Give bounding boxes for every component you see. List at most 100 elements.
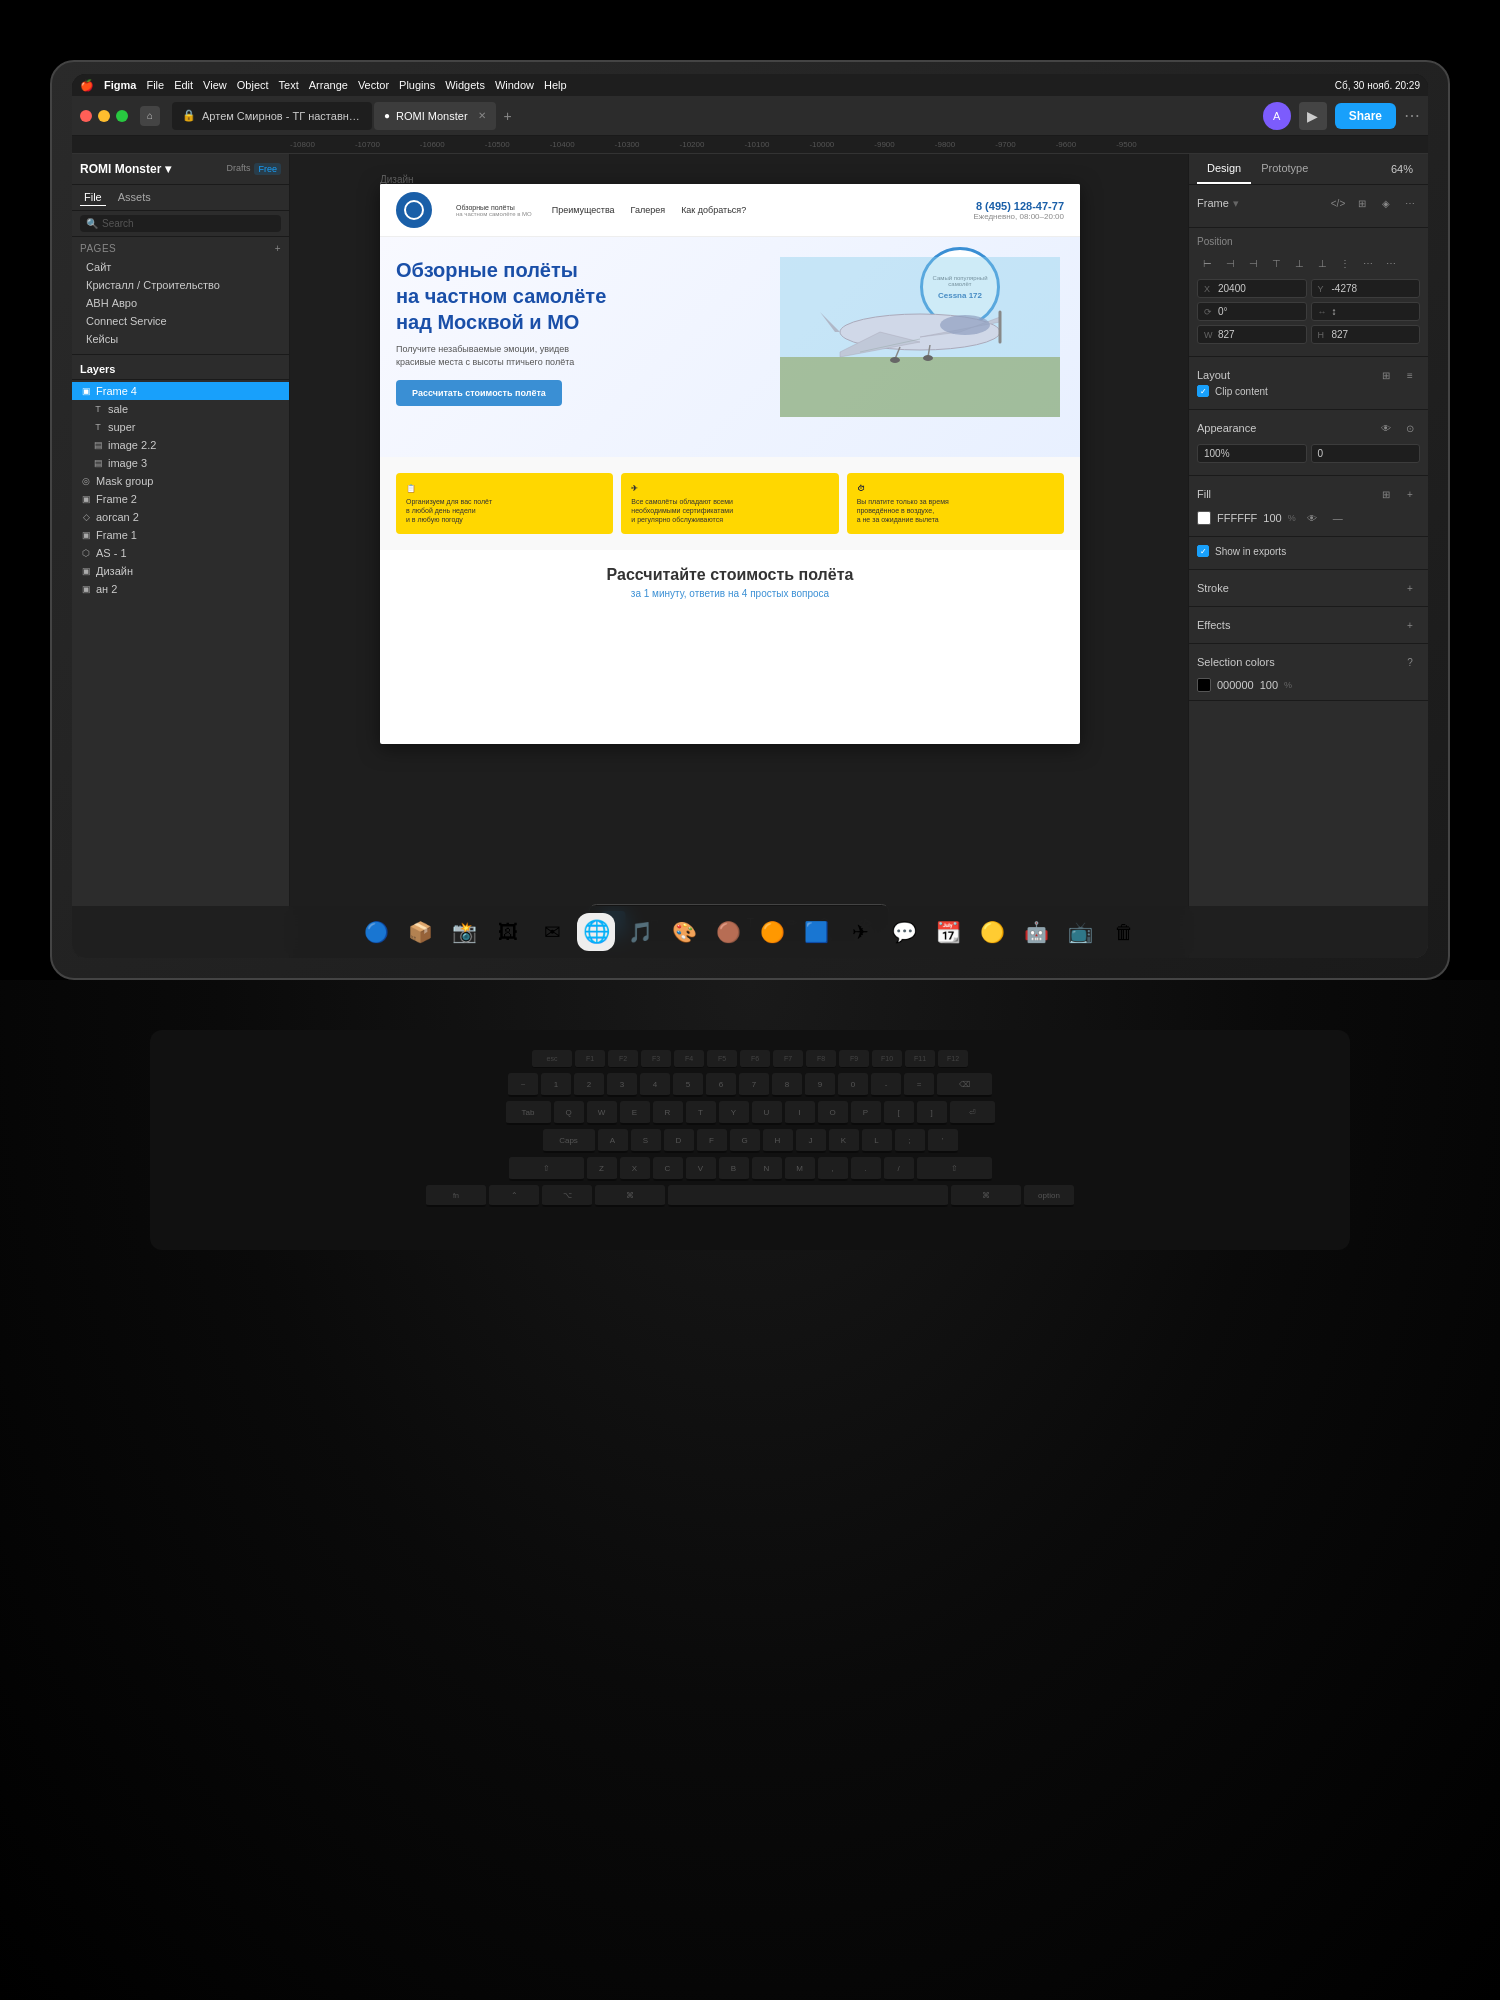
- object-menu[interactable]: Object: [237, 79, 269, 91]
- dock-figma[interactable]: 🎨: [665, 913, 703, 951]
- layer-an2[interactable]: ▣ ан 2: [72, 580, 289, 598]
- key-f[interactable]: F: [697, 1129, 727, 1153]
- h-input[interactable]: H 827: [1311, 325, 1421, 344]
- key-4[interactable]: 4: [640, 1073, 670, 1097]
- home-button[interactable]: ⌂: [140, 106, 160, 126]
- add-fill-icon[interactable]: +: [1400, 484, 1420, 504]
- key-esc[interactable]: esc: [532, 1050, 572, 1068]
- plugins-menu[interactable]: Plugins: [399, 79, 435, 91]
- key-p[interactable]: P: [851, 1101, 881, 1125]
- key-m[interactable]: M: [785, 1157, 815, 1181]
- dropdown-icon[interactable]: ▾: [165, 162, 171, 176]
- layer-frame4[interactable]: ▣ Frame 4: [72, 382, 289, 400]
- add-stroke-icon[interactable]: +: [1400, 578, 1420, 598]
- dock-calendar[interactable]: 📆: [929, 913, 967, 951]
- key-8[interactable]: 8: [772, 1073, 802, 1097]
- key-comma[interactable]: ,: [818, 1157, 848, 1181]
- layer-frame1[interactable]: ▣ Frame 1: [72, 526, 289, 544]
- key-backspace[interactable]: ⌫: [937, 1073, 992, 1097]
- key-u[interactable]: U: [752, 1101, 782, 1125]
- key-f10[interactable]: F10: [872, 1050, 902, 1068]
- key-f1[interactable]: F1: [575, 1050, 605, 1068]
- key-v[interactable]: V: [686, 1157, 716, 1181]
- dock-launchpad[interactable]: 📦: [401, 913, 439, 951]
- key-fn[interactable]: fn: [426, 1185, 486, 1207]
- widgets-menu[interactable]: Widgets: [445, 79, 485, 91]
- tab-2[interactable]: ● ROMI Monster ✕: [374, 102, 496, 130]
- grid-icon[interactable]: ⊞: [1352, 193, 1372, 213]
- key-0[interactable]: 0: [838, 1073, 868, 1097]
- site-cta-button[interactable]: Рассчитать стоимость полёта: [396, 380, 562, 406]
- minimize-button[interactable]: [98, 110, 110, 122]
- new-tab-button[interactable]: +: [498, 106, 518, 126]
- clip-content-checkbox[interactable]: ✓: [1197, 385, 1209, 397]
- fill-grid-icon[interactable]: ⊞: [1376, 484, 1396, 504]
- dock-photos[interactable]: 📸: [445, 913, 483, 951]
- key-7[interactable]: 7: [739, 1073, 769, 1097]
- layer-mask[interactable]: ◎ Mask group: [72, 472, 289, 490]
- key-f5[interactable]: F5: [707, 1050, 737, 1068]
- distribute-h[interactable]: ⋮: [1335, 253, 1355, 273]
- key-x[interactable]: X: [620, 1157, 650, 1181]
- tab2-close-icon[interactable]: ✕: [478, 110, 486, 121]
- layer-frame2[interactable]: ▣ Frame 2: [72, 490, 289, 508]
- w-input[interactable]: W 827: [1197, 325, 1307, 344]
- layer-aorcan[interactable]: ◇ aorcan 2: [72, 508, 289, 526]
- more-appearance[interactable]: ⊙: [1400, 418, 1420, 438]
- key-space[interactable]: [668, 1185, 948, 1207]
- add-effect-icon[interactable]: +: [1400, 615, 1420, 635]
- right-tab-design[interactable]: Design: [1197, 154, 1251, 184]
- key-bracket-right[interactable]: ]: [917, 1101, 947, 1125]
- apple-menu[interactable]: 🍎: [80, 79, 94, 92]
- key-l[interactable]: L: [862, 1129, 892, 1153]
- dock-app1[interactable]: 🟤: [709, 913, 747, 951]
- key-shift-right[interactable]: ⇧: [917, 1157, 992, 1181]
- layer-as1[interactable]: ⬡ AS - 1: [72, 544, 289, 562]
- key-command-left[interactable]: ⌘: [595, 1185, 665, 1207]
- key-f11[interactable]: F11: [905, 1050, 935, 1068]
- frame-dropdown-icon[interactable]: ▾: [1233, 197, 1239, 210]
- key-w[interactable]: W: [587, 1101, 617, 1125]
- key-y[interactable]: Y: [719, 1101, 749, 1125]
- key-semi[interactable]: ;: [895, 1129, 925, 1153]
- align-center-h[interactable]: ⊣: [1220, 253, 1240, 273]
- key-t[interactable]: T: [686, 1101, 716, 1125]
- key-o[interactable]: O: [818, 1101, 848, 1125]
- key-5[interactable]: 5: [673, 1073, 703, 1097]
- key-c[interactable]: C: [653, 1157, 683, 1181]
- share-button[interactable]: Share: [1335, 103, 1396, 129]
- layer-super[interactable]: T super: [72, 418, 289, 436]
- dock-chrome[interactable]: 🌐: [577, 913, 615, 951]
- left-tab-assets[interactable]: Assets: [114, 189, 155, 206]
- left-tab-file[interactable]: File: [80, 189, 106, 206]
- search-input[interactable]: 🔍 Search: [80, 215, 281, 232]
- key-period[interactable]: .: [851, 1157, 881, 1181]
- page-item-site[interactable]: Сайт: [80, 258, 281, 276]
- vector-menu[interactable]: Vector: [358, 79, 389, 91]
- dock-trash[interactable]: 🗑: [1105, 913, 1143, 951]
- more-icon[interactable]: ⋯: [1400, 193, 1420, 213]
- key-option-right[interactable]: option: [1024, 1185, 1074, 1207]
- opacity-input[interactable]: 100%: [1197, 444, 1307, 463]
- add-page-icon[interactable]: +: [275, 243, 281, 254]
- key-f2[interactable]: F2: [608, 1050, 638, 1068]
- dock-gpt[interactable]: 🤖: [1017, 913, 1055, 951]
- key-a[interactable]: A: [598, 1129, 628, 1153]
- key-shift-left[interactable]: ⇧: [509, 1157, 584, 1181]
- align-left[interactable]: ⊢: [1197, 253, 1217, 273]
- key-9[interactable]: 9: [805, 1073, 835, 1097]
- key-1[interactable]: 1: [541, 1073, 571, 1097]
- key-control[interactable]: ⌃: [489, 1185, 539, 1207]
- key-g[interactable]: G: [730, 1129, 760, 1153]
- key-slash[interactable]: /: [884, 1157, 914, 1181]
- dock-yandex[interactable]: 🟡: [973, 913, 1011, 951]
- key-caps[interactable]: Caps: [543, 1129, 595, 1153]
- layout-list-icon[interactable]: ≡: [1400, 365, 1420, 385]
- layer-dizain[interactable]: ▣ Дизайн: [72, 562, 289, 580]
- key-h[interactable]: H: [763, 1129, 793, 1153]
- code-icon[interactable]: </>: [1328, 193, 1348, 213]
- key-i[interactable]: I: [785, 1101, 815, 1125]
- key-f8[interactable]: F8: [806, 1050, 836, 1068]
- key-bracket-left[interactable]: [: [884, 1101, 914, 1125]
- key-tilde[interactable]: ~: [508, 1073, 538, 1097]
